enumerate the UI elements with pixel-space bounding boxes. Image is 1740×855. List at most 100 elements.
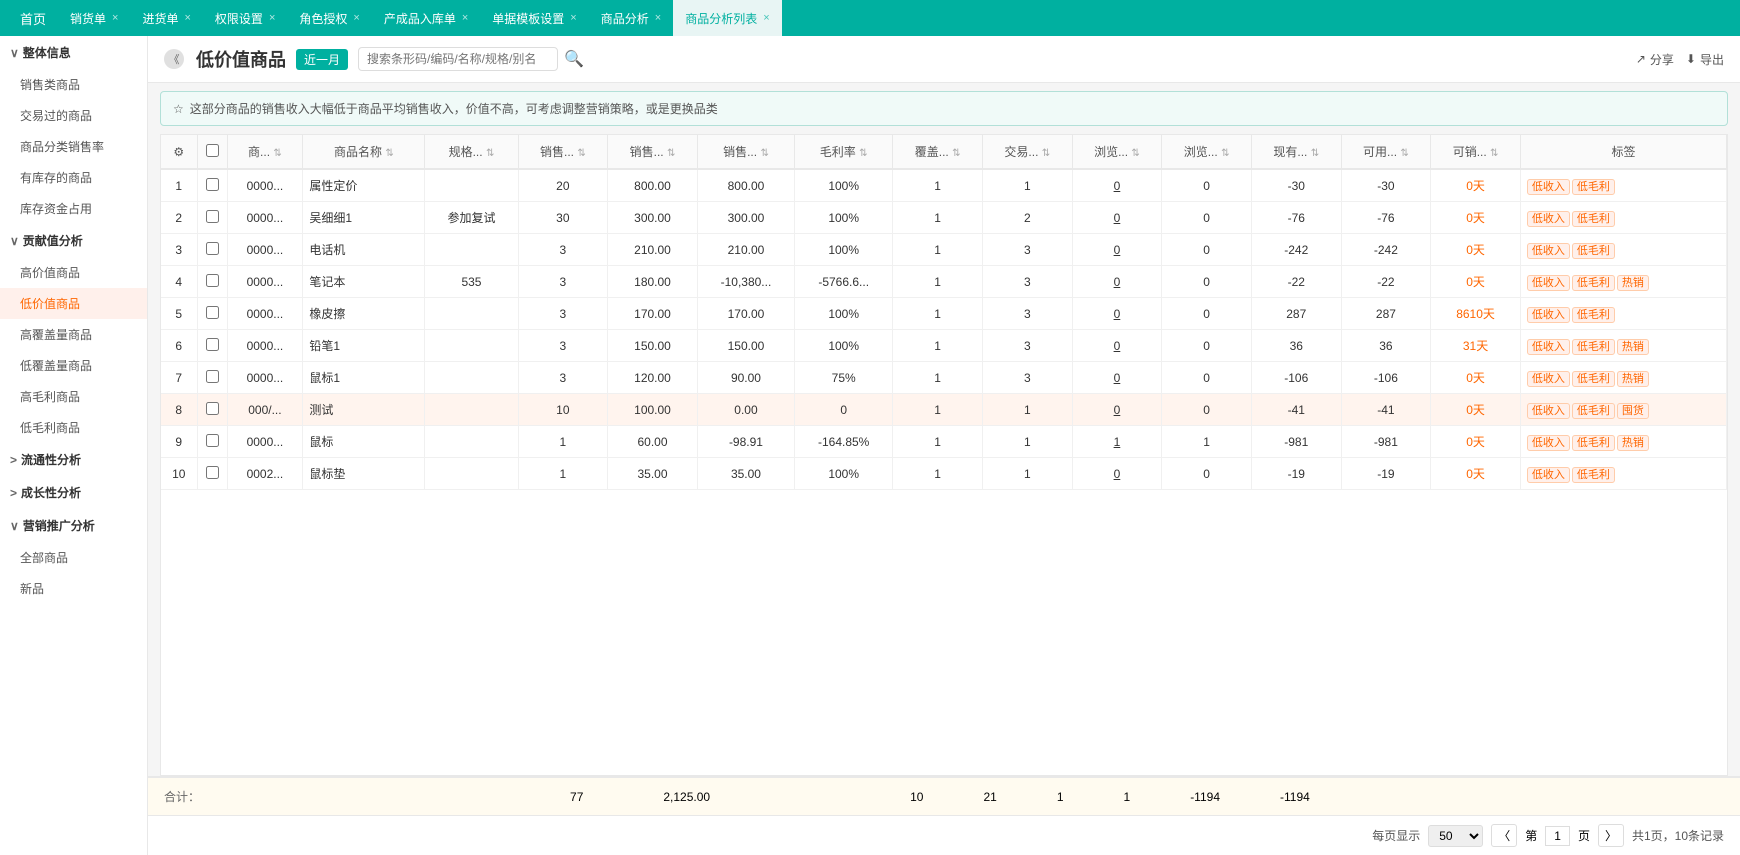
nav-home[interactable]: 首页 [8,0,58,36]
row-checkbox-cell[interactable] [197,362,227,394]
select-all-checkbox[interactable] [206,144,219,157]
th-views1[interactable]: 浏览... ⇅ [1072,135,1162,169]
th-settings[interactable]: ⚙ [161,135,197,169]
row-views1[interactable]: 0 [1072,298,1162,330]
sidebar-item-low-value[interactable]: 低价值商品 [0,288,147,319]
row-checkbox[interactable] [206,274,219,287]
sidebar-item-in-stock-products[interactable]: 有库存的商品 [0,162,147,193]
sidebar-item-new-products[interactable]: 新品 [0,573,147,604]
th-margin[interactable]: 毛利率 ⇅ [795,135,893,169]
th-coverage[interactable]: 覆盖... ⇅ [893,135,983,169]
th-code[interactable]: 商... ⇅ [227,135,303,169]
row-checkbox-cell[interactable] [197,458,227,490]
close-role-auth-icon[interactable]: × [353,12,359,24]
sidebar-item-traded-products[interactable]: 交易过的商品 [0,100,147,131]
row-checkbox-cell[interactable] [197,330,227,362]
th-views2[interactable]: 浏览... ⇅ [1162,135,1252,169]
nav-product-inbound[interactable]: 产成品入库单 × [372,0,480,36]
views-link[interactable]: 0 [1114,275,1121,289]
sidebar-item-inventory-fund[interactable]: 库存资金占用 [0,193,147,224]
row-checkbox[interactable] [206,178,219,191]
nav-sales-order[interactable]: 销货单 × [58,0,130,36]
row-views1[interactable]: 0 [1072,362,1162,394]
row-checkbox-cell[interactable] [197,202,227,234]
row-checkbox[interactable] [206,306,219,319]
sidebar-item-high-value[interactable]: 高价值商品 [0,257,147,288]
search-icon[interactable]: 🔍 [564,49,584,69]
views-link[interactable]: 0 [1114,371,1121,385]
th-trades[interactable]: 交易... ⇅ [982,135,1072,169]
row-checkbox-cell[interactable] [197,234,227,266]
nav-permission-setting[interactable]: 权限设置 × [203,0,287,36]
row-views1[interactable]: 0 [1072,458,1162,490]
th-name[interactable]: 商品名称 ⇅ [303,135,425,169]
sidebar-group-growth[interactable]: > 成长性分析 [0,476,147,509]
sidebar-item-low-coverage[interactable]: 低覆盖量商品 [0,350,147,381]
row-views1[interactable]: 0 [1072,266,1162,298]
th-sales3[interactable]: 销售... ⇅ [697,135,794,169]
views-link[interactable]: 0 [1114,243,1121,257]
views-link[interactable]: 0 [1114,307,1121,321]
views-link[interactable]: 0 [1114,403,1121,417]
time-filter-button[interactable]: 近一月 [296,49,348,70]
row-checkbox-cell[interactable] [197,298,227,330]
close-product-inbound-icon[interactable]: × [462,12,468,24]
row-views1[interactable]: 1 [1072,426,1162,458]
page-size-select[interactable]: 50 100 [1428,825,1483,847]
sidebar-group-contribution[interactable]: ∨ 贡献值分析 [0,224,147,257]
sidebar-group-marketing[interactable]: ∨ 营销推广分析 [0,509,147,542]
settings-icon[interactable]: ⚙ [173,145,184,159]
nav-product-analysis-list[interactable]: 商品分析列表 × [673,0,781,36]
sidebar-item-low-margin[interactable]: 低毛利商品 [0,412,147,443]
row-views1[interactable]: 0 [1072,202,1162,234]
close-permission-icon[interactable]: × [269,12,275,24]
export-button[interactable]: ⬇ 导出 [1686,51,1724,68]
nav-purchase-order[interactable]: 进货单 × [130,0,202,36]
sidebar-item-sales-products[interactable]: 销售类商品 [0,69,147,100]
th-sales1[interactable]: 销售... ⇅ [518,135,608,169]
row-checkbox[interactable] [206,338,219,351]
row-checkbox-cell[interactable] [197,266,227,298]
th-sales2[interactable]: 销售... ⇅ [608,135,698,169]
prev-page-button[interactable]: 〈 [1491,824,1517,847]
close-purchase-order-icon[interactable]: × [184,12,190,24]
close-template-icon[interactable]: × [570,12,576,24]
collapse-sidebar-button[interactable]: 《 [164,49,184,69]
row-checkbox[interactable] [206,370,219,383]
row-checkbox-cell[interactable] [197,426,227,458]
th-stock2[interactable]: 可用... ⇅ [1341,135,1431,169]
share-button[interactable]: ↗ 分享 [1636,51,1674,68]
th-checkbox[interactable] [197,135,227,169]
close-product-analysis-list-icon[interactable]: × [763,12,769,24]
nav-template-setting[interactable]: 单据模板设置 × [480,0,588,36]
views-link[interactable]: 1 [1114,435,1121,449]
sidebar-group-overall[interactable]: ∨ 整体信息 [0,36,147,69]
row-views1[interactable]: 0 [1072,330,1162,362]
nav-product-analysis[interactable]: 商品分析 × [589,0,673,36]
sidebar-group-liquidity[interactable]: > 流通性分析 [0,443,147,476]
row-views1[interactable]: 0 [1072,394,1162,426]
search-input[interactable] [358,47,558,71]
next-page-button[interactable]: 〉 [1598,824,1624,847]
close-sales-order-icon[interactable]: × [112,12,118,24]
th-stock1[interactable]: 现有... ⇅ [1251,135,1341,169]
th-stock3[interactable]: 可销... ⇅ [1431,135,1521,169]
row-checkbox[interactable] [206,434,219,447]
close-product-analysis-icon[interactable]: × [655,12,661,24]
row-checkbox[interactable] [206,210,219,223]
row-checkbox[interactable] [206,466,219,479]
views-link[interactable]: 0 [1114,211,1121,225]
sidebar-item-category-sales-rate[interactable]: 商品分类销售率 [0,131,147,162]
row-checkbox-cell[interactable] [197,394,227,426]
row-views1[interactable]: 0 [1072,169,1162,202]
views-link[interactable]: 0 [1114,179,1121,193]
row-views1[interactable]: 0 [1072,234,1162,266]
sidebar-item-all-products[interactable]: 全部商品 [0,542,147,573]
views-link[interactable]: 0 [1114,339,1121,353]
views-link[interactable]: 0 [1114,467,1121,481]
row-checkbox[interactable] [206,242,219,255]
nav-role-auth[interactable]: 角色授权 × [287,0,371,36]
sidebar-item-high-coverage[interactable]: 高覆盖量商品 [0,319,147,350]
row-checkbox-cell[interactable] [197,169,227,202]
row-checkbox[interactable] [206,402,219,415]
